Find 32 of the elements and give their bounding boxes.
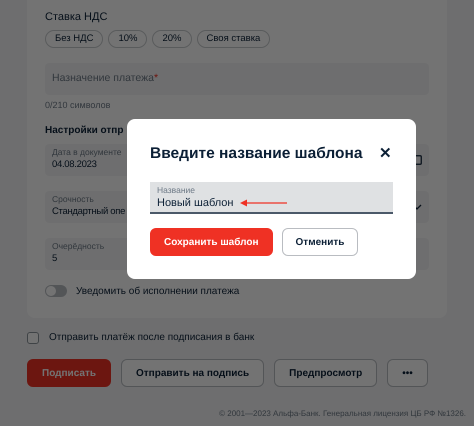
field-value: 04.08.2023 — [52, 158, 98, 172]
action-button[interactable]: Подписать — [27, 359, 111, 387]
arrow-icon — [240, 198, 288, 207]
checkbox[interactable] — [27, 332, 39, 344]
vat-label: Ставка НДС — [45, 10, 108, 24]
purpose-field[interactable]: Назначение платежа* — [45, 63, 429, 95]
vat-chip[interactable]: Своя ставка — [196, 30, 270, 48]
name-field[interactable]: Название Новый шаблон — [150, 182, 393, 214]
char-counter: 0/210 символов — [45, 99, 112, 112]
vat-chip[interactable]: 20% — [152, 30, 192, 48]
vat-chip[interactable]: Без НДС — [45, 30, 104, 48]
purpose-placeholder: Назначение платежа* — [52, 71, 158, 86]
field-value: 5 — [52, 252, 58, 266]
more-button[interactable]: ••• — [387, 359, 428, 387]
field-label: Дата в документе — [52, 147, 122, 158]
field-value: Стандартный опе — [52, 205, 126, 219]
section-title: Настройки отпр — [45, 124, 124, 138]
save-button[interactable]: Сохранить шаблон — [150, 228, 273, 256]
notify-toggle[interactable] — [45, 285, 67, 297]
checkbox-label: Отправить платёж после подписания в банк — [49, 331, 254, 345]
field-label: Срочность — [52, 194, 95, 205]
field-label: Название — [157, 184, 196, 196]
dialog-title: Введите название шаблона — [150, 144, 362, 164]
footer-text: © 2001—2023 Альфа-Банк. Генеральная лицензия ЦБ РФ №1326. — [219, 408, 466, 420]
notify-label: Уведомить об исполнении платежа — [76, 284, 240, 298]
action-button[interactable]: Предпросмотр — [274, 359, 378, 387]
close-button[interactable]: ✕ — [379, 146, 392, 162]
cancel-button[interactable]: Отменить — [282, 228, 358, 256]
field-label: Очерёдность — [52, 241, 104, 252]
action-button[interactable]: Отправить на подпись — [121, 359, 264, 387]
field-value: Новый шаблон — [157, 196, 234, 210]
vat-chip[interactable]: 10% — [108, 30, 148, 48]
